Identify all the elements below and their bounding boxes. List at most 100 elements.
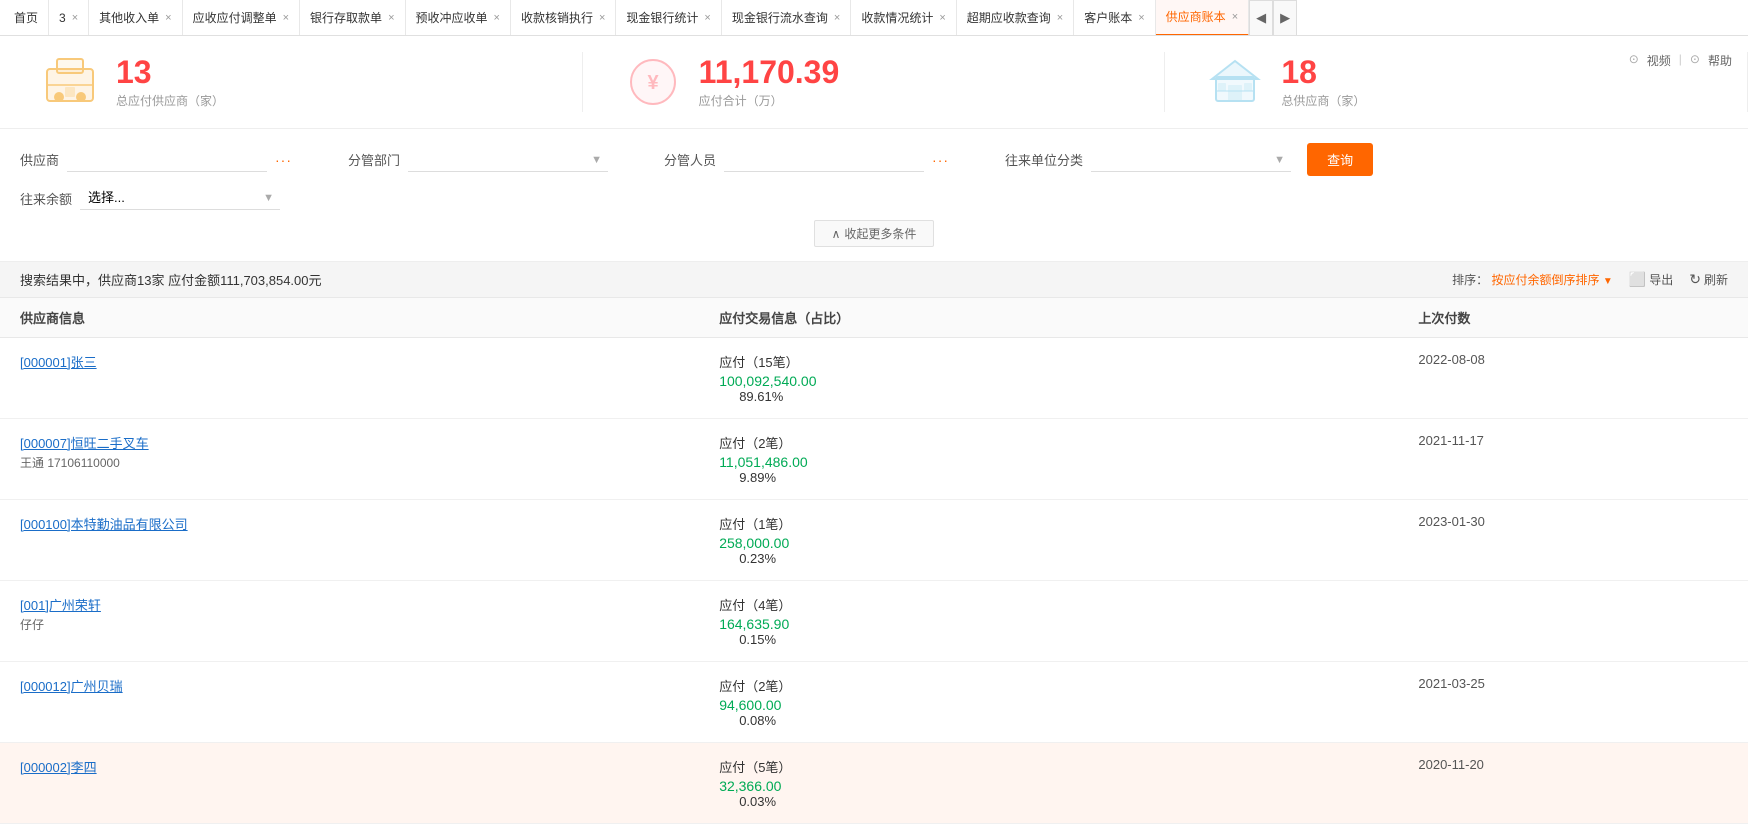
payable-amount[interactable]: 258,000.00 [719, 535, 1378, 551]
nav-tab-cash-bank-flow-close[interactable]: × [834, 12, 840, 24]
table-body: [000001]张三 应付（15笔）100,092,540.0089.61% 202… [0, 338, 1748, 824]
nav-tab-bank-deposit-close[interactable]: × [388, 12, 394, 24]
sort-value-text[interactable]: 按应付余额倒序排序 [1492, 273, 1600, 287]
header-actions: ⊙ 视频 | ⊙ 帮助 [1629, 52, 1732, 69]
nav-tab-overdue-query-label: 超期应收款查询 [967, 9, 1051, 26]
export-icon: ⬜ [1629, 271, 1646, 288]
nav-tab-advance-collect[interactable]: 预收冲应收单 × [406, 0, 511, 36]
nav-tab-other-income-close[interactable]: × [165, 12, 171, 24]
stat-total-suppliers-label: 总供应商（家） [1281, 92, 1365, 109]
nav-tab-home-label: 首页 [14, 9, 38, 26]
filter-supplier: 供应商 ··· [20, 148, 292, 172]
stat-total-payable: ¥ 11,170.39 应付合计（万） [583, 52, 1166, 112]
last-payment-cell: 2020-11-20 [1398, 743, 1748, 824]
refresh-label: 刷新 [1704, 271, 1728, 288]
table-row: [000100]本特勤油品有限公司应付（1笔）258,000.000.23%20… [0, 500, 1748, 581]
nav-tab-payment-exec-label: 收款核销执行 [521, 9, 593, 26]
supplier-icon [40, 52, 100, 112]
nav-tab-customer-ledger[interactable]: 客户账本 × [1074, 0, 1155, 36]
video-link[interactable]: 视频 [1647, 52, 1671, 69]
nav-tab-3-close[interactable]: × [72, 12, 78, 24]
nav-tab-other-income[interactable]: 其他收入单 × [89, 0, 182, 36]
payable-count: 应付（2笔） [719, 676, 1378, 695]
nav-tab-supplier-ledger-close[interactable]: × [1232, 11, 1238, 23]
svg-text:¥: ¥ [647, 72, 659, 94]
filter-balance: 往来余额 选择... ▼ [20, 186, 280, 210]
filter-person-input[interactable] [724, 148, 924, 172]
filter-dept: 分管部门 ▼ [348, 148, 608, 172]
supplier-link[interactable]: [000012]广州贝瑞 [20, 679, 123, 694]
stat-payable-suppliers-number: 13 [116, 56, 224, 88]
payable-amount[interactable]: 11,051,486.00 [719, 454, 1378, 470]
payable-amount[interactable]: 32,366.00 [719, 778, 1378, 794]
nav-tab-cash-bank-stats[interactable]: 现金银行统计 × [616, 0, 721, 36]
payable-count: 应付（5笔） [719, 757, 1378, 776]
help-link[interactable]: 帮助 [1708, 52, 1732, 69]
supplier-sub-info: 仔仔 [20, 616, 679, 633]
supplier-cell: [000007]恒旺二手叉车王通 17106110000 [0, 419, 699, 500]
nav-tab-ar-ap-adjust-close[interactable]: × [283, 12, 289, 24]
filter-row-1: 供应商 ··· 分管部门 ▼ 分管人员 ··· 往来单位分类 [20, 143, 1728, 176]
refresh-button[interactable]: ↻ 刷新 [1689, 271, 1728, 288]
filter-category-select[interactable] [1091, 148, 1291, 172]
supplier-dots-icon[interactable]: ··· [275, 152, 292, 168]
stats-header: 13 总应付供应商（家） ¥ 11,170.39 应付合计（万） [0, 36, 1748, 129]
filter-category-wrapper: ▼ [1091, 148, 1291, 172]
last-payment-value: 2021-03-25 [1418, 676, 1485, 691]
table-header-row: 供应商信息 应付交易信息（占比） 上次付数 [0, 298, 1748, 338]
nav-tab-3[interactable]: 3 × [49, 0, 89, 36]
nav-tab-advance-collect-close[interactable]: × [494, 12, 500, 24]
filter-supplier-input[interactable] [67, 148, 267, 172]
sort-chevron-icon[interactable]: ▼ [1603, 276, 1613, 287]
filter-balance-wrapper: 选择... ▼ [80, 186, 280, 210]
refresh-icon: ↻ [1689, 271, 1701, 288]
nav-tab-customer-ledger-close[interactable]: × [1138, 12, 1144, 24]
nav-tab-cash-bank-stats-close[interactable]: × [704, 12, 710, 24]
payable-amount[interactable]: 100,092,540.00 [719, 373, 1378, 389]
supplier-link[interactable]: [000002]李四 [20, 760, 97, 775]
nav-next-arrow[interactable]: ▶ [1273, 0, 1297, 36]
person-dots-icon[interactable]: ··· [932, 152, 949, 168]
export-button[interactable]: ⬜ 导出 [1629, 271, 1673, 288]
nav-tab-ar-ap-adjust-label: 应收应付调整单 [193, 9, 277, 26]
supplier-link[interactable]: [000007]恒旺二手叉车 [20, 436, 149, 451]
nav-tab-collect-stats-close[interactable]: × [939, 12, 945, 24]
payable-amount[interactable]: 164,635.90 [719, 616, 1378, 632]
supplier-cell: [000002]李四 [0, 743, 699, 824]
filter-balance-label: 往来余额 [20, 189, 72, 208]
nav-tab-3-label: 3 [59, 11, 66, 25]
payable-cell: 应付（15笔）100,092,540.0089.61% [699, 338, 1398, 419]
stat-payable-suppliers-content: 13 总应付供应商（家） [116, 56, 224, 109]
nav-tab-supplier-ledger-label: 供应商账本 [1166, 8, 1226, 25]
filter-dept-select[interactable] [408, 148, 608, 172]
data-table: 供应商信息 应付交易信息（占比） 上次付数 [000001]张三 应付（15笔）1… [0, 298, 1748, 824]
nav-prev-arrow[interactable]: ◀ [1249, 0, 1273, 36]
nav-tab-collect-stats[interactable]: 收款情况统计 × [851, 0, 956, 36]
nav-tab-home[interactable]: 首页 [4, 0, 49, 36]
payable-cell: 应付（2笔）94,600.000.08% [699, 662, 1398, 743]
filter-row-2: 往来余额 选择... ▼ [20, 186, 1728, 210]
filter-person: 分管人员 ··· [664, 148, 949, 172]
supplier-link[interactable]: [000100]本特勤油品有限公司 [20, 517, 188, 532]
supplier-link[interactable]: [001]广州荣轩 [20, 598, 101, 613]
query-button[interactable]: 查询 [1307, 143, 1373, 176]
sort-label-text: 排序： [1452, 273, 1488, 287]
payable-amount[interactable]: 94,600.00 [719, 697, 1378, 713]
money-icon: ¥ [623, 52, 683, 112]
nav-tab-overdue-query[interactable]: 超期应收款查询 × [957, 0, 1074, 36]
nav-tab-overdue-query-close[interactable]: × [1057, 12, 1063, 24]
nav-tab-supplier-ledger[interactable]: 供应商账本 × [1156, 0, 1249, 36]
nav-tab-ar-ap-adjust[interactable]: 应收应付调整单 × [183, 0, 300, 36]
supplier-link[interactable]: [000001]张三 [20, 355, 97, 370]
nav-tab-payment-exec[interactable]: 收款核销执行 × [511, 0, 616, 36]
collapse-button[interactable]: ∧ 收起更多条件 [814, 220, 934, 247]
nav-tab-cash-bank-flow[interactable]: 现金银行流水查询 × [722, 0, 851, 36]
nav-tab-payment-exec-close[interactable]: × [599, 12, 605, 24]
filter-balance-select[interactable]: 选择... [80, 186, 280, 210]
filter-supplier-label: 供应商 [20, 150, 59, 169]
nav-tab-customer-ledger-label: 客户账本 [1084, 9, 1132, 26]
payable-cell: 应付（1笔）258,000.000.23% [699, 500, 1398, 581]
nav-tab-bank-deposit[interactable]: 银行存取款单 × [300, 0, 405, 36]
stat-payable-suppliers: 13 总应付供应商（家） [0, 52, 583, 112]
stat-total-payable-number: 11,170.39 [699, 56, 840, 88]
